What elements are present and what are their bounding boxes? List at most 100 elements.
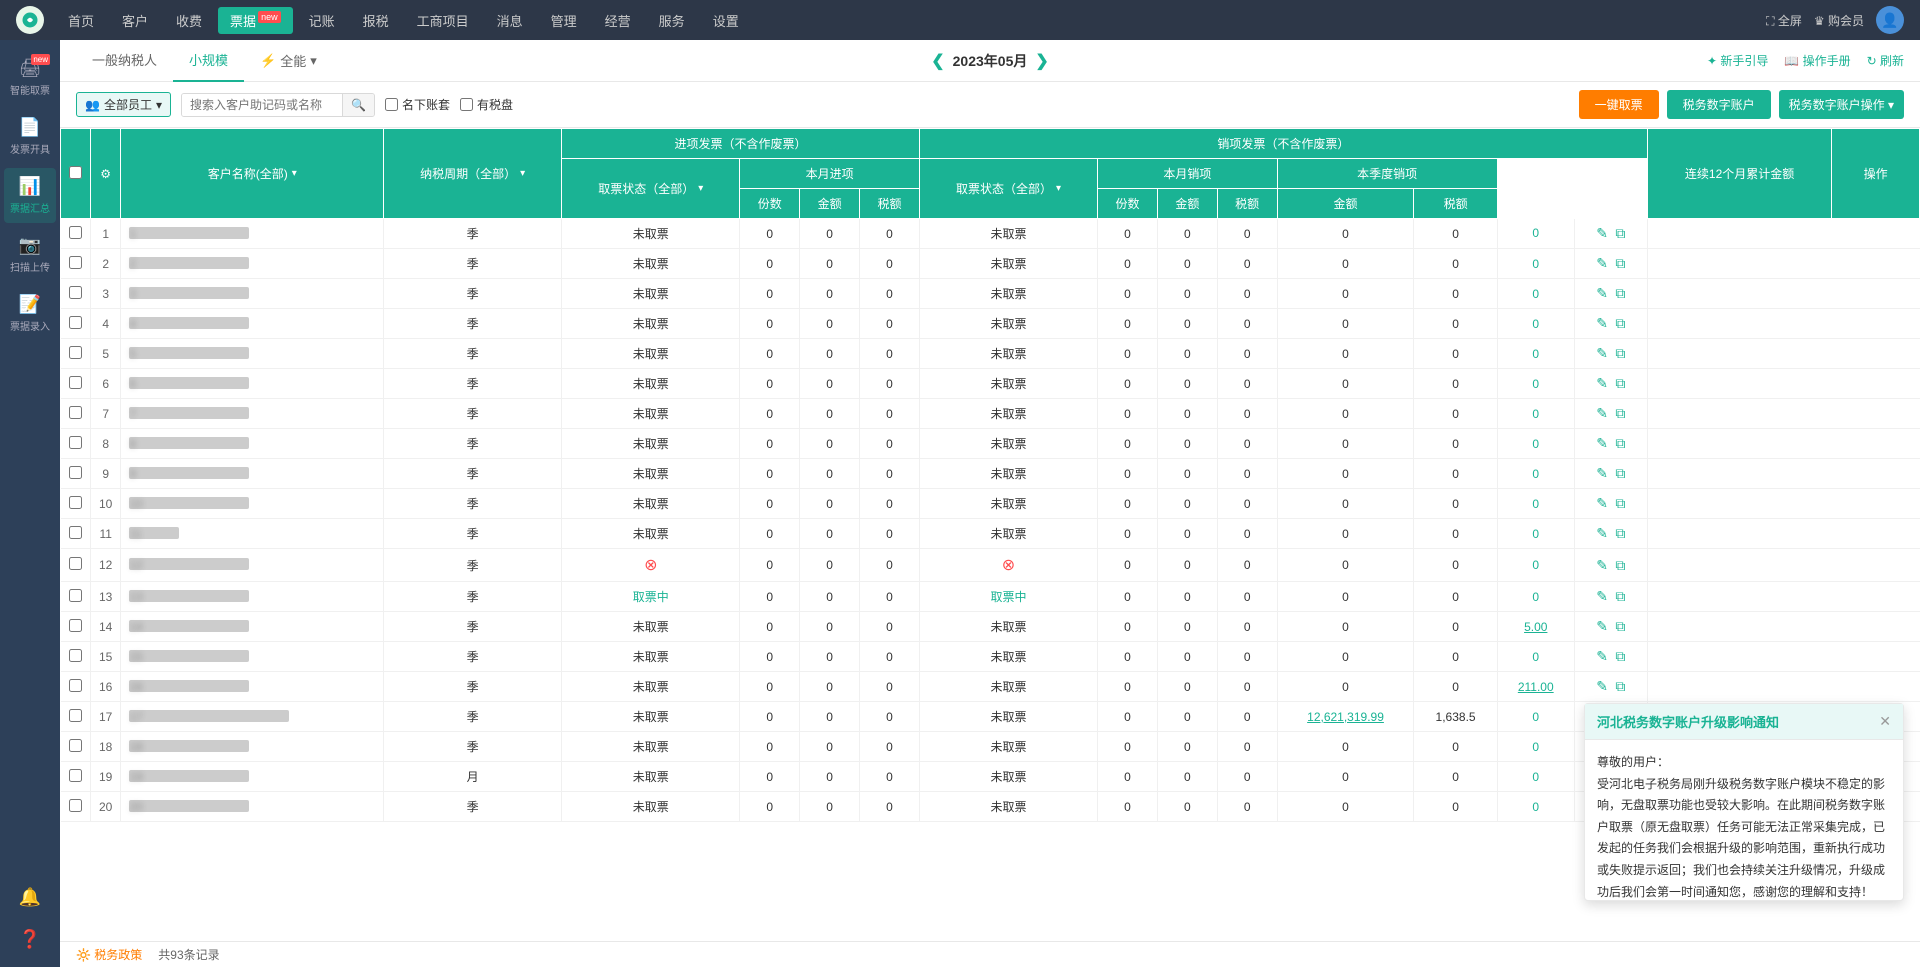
row-checkbox[interactable] [61, 429, 91, 459]
copy-icon[interactable]: ⧉ [1615, 557, 1625, 573]
row-checkbox[interactable] [61, 249, 91, 279]
row-checkbox[interactable] [61, 279, 91, 309]
manual-link[interactable]: 📖 操作手册 [1784, 52, 1850, 69]
my-account-checkbox[interactable]: 名下账套 [385, 96, 450, 113]
edit-icon[interactable]: ✎ [1596, 557, 1608, 573]
customer-name-header[interactable]: 客户名称(全部) ▾ [129, 165, 375, 182]
sidebar-item-scan-upload[interactable]: 📷 扫描上传 [4, 227, 56, 282]
copy-icon[interactable]: ⧉ [1615, 678, 1625, 694]
nav-item-manage[interactable]: 管理 [539, 7, 589, 34]
row-checkbox[interactable] [61, 489, 91, 519]
copy-icon[interactable]: ⧉ [1615, 465, 1625, 481]
new-guide-link[interactable]: ✦ 新手引导 [1707, 52, 1768, 69]
edit-icon[interactable]: ✎ [1596, 315, 1608, 331]
nav-item-client[interactable]: 客户 [110, 7, 160, 34]
settings-icon[interactable]: ⚙ [100, 167, 111, 181]
row-checkbox[interactable] [61, 762, 91, 792]
row-checkbox[interactable] [61, 339, 91, 369]
nav-item-message[interactable]: 消息 [485, 7, 535, 34]
nav-item-business[interactable]: 工商项目 [405, 7, 481, 34]
edit-icon[interactable]: ✎ [1596, 225, 1608, 241]
edit-icon[interactable]: ✎ [1596, 588, 1608, 604]
edit-icon[interactable]: ✎ [1596, 648, 1608, 664]
edit-icon[interactable]: ✎ [1596, 495, 1608, 511]
edit-icon[interactable]: ✎ [1596, 435, 1608, 451]
tax-digital-operation-btn[interactable]: 税务数字账户操作 ▾ [1779, 90, 1904, 119]
copy-icon[interactable]: ⧉ [1615, 225, 1625, 241]
select-all-checkbox[interactable] [69, 166, 82, 179]
copy-icon[interactable]: ⧉ [1615, 315, 1625, 331]
edit-icon[interactable]: ✎ [1596, 285, 1608, 301]
tax-policy-link[interactable]: 🔆 税务政策 [76, 946, 142, 963]
nav-item-settings[interactable]: 设置 [701, 7, 751, 34]
copy-icon[interactable]: ⧉ [1615, 435, 1625, 451]
copy-icon[interactable]: ⧉ [1615, 525, 1625, 541]
nav-item-operation[interactable]: 经营 [593, 7, 643, 34]
row-checkbox[interactable] [61, 369, 91, 399]
row-checkbox[interactable] [61, 549, 91, 582]
row-checkbox[interactable] [61, 519, 91, 549]
edit-icon[interactable]: ✎ [1596, 405, 1608, 421]
copy-icon[interactable]: ⧉ [1615, 588, 1625, 604]
prev-month-arrow[interactable]: ❮ [931, 51, 944, 71]
nav-item-bookkeeping[interactable]: 记账 [297, 7, 347, 34]
user-avatar[interactable]: 👤 [1876, 6, 1904, 34]
sidebar-help-icon[interactable]: ❓ [12, 921, 48, 957]
out-ticket-status-header[interactable]: 取票状态（全部）▾ [928, 180, 1089, 197]
tax-digital-account-btn[interactable]: 税务数字账户 [1667, 90, 1771, 119]
sidebar-item-smart-ticket[interactable]: 🖨 智能取票 new [4, 50, 56, 105]
notification-close-btn[interactable]: ✕ [1879, 713, 1891, 730]
nav-item-fee[interactable]: 收费 [164, 7, 214, 34]
edit-icon[interactable]: ✎ [1596, 618, 1608, 634]
search-input[interactable] [182, 94, 342, 116]
all-ability-dropdown[interactable]: ⚡ 全能 ▾ [252, 51, 325, 70]
row-checkbox[interactable] [61, 732, 91, 762]
row-checkbox[interactable] [61, 612, 91, 642]
row-checkbox[interactable] [61, 672, 91, 702]
copy-icon[interactable]: ⧉ [1615, 495, 1625, 511]
fullscreen-btn[interactable]: ⛶ 全屏 [1766, 12, 1802, 29]
out-tax: 0 [1217, 369, 1277, 399]
next-month-arrow[interactable]: ❯ [1035, 51, 1048, 71]
one-click-ticket-btn[interactable]: 一键取票 [1579, 90, 1659, 119]
copy-icon[interactable]: ⧉ [1615, 375, 1625, 391]
sidebar-item-invoice-open[interactable]: 📄 发票开具 [4, 109, 56, 164]
edit-icon[interactable]: ✎ [1596, 525, 1608, 541]
sidebar-bell-icon[interactable]: 🔔 [12, 879, 48, 915]
edit-icon[interactable]: ✎ [1596, 465, 1608, 481]
copy-icon[interactable]: ⧉ [1615, 405, 1625, 421]
row-checkbox[interactable] [61, 702, 91, 732]
row-checkbox[interactable] [61, 642, 91, 672]
sidebar-item-ticket-summary[interactable]: 📊 票据汇总 [4, 168, 56, 223]
row-checkbox[interactable] [61, 399, 91, 429]
copy-icon[interactable]: ⧉ [1615, 255, 1625, 271]
row-checkbox[interactable] [61, 309, 91, 339]
copy-icon[interactable]: ⧉ [1615, 618, 1625, 634]
employee-select[interactable]: 👥 全部员工 ▾ [76, 92, 171, 117]
member-btn[interactable]: ♛ 购会员 [1814, 12, 1864, 29]
row-checkbox[interactable] [61, 792, 91, 822]
nav-item-service[interactable]: 服务 [647, 7, 697, 34]
row-checkbox[interactable] [61, 219, 91, 249]
tab-small-scale[interactable]: 小规模 [173, 40, 244, 82]
edit-icon[interactable]: ✎ [1596, 345, 1608, 361]
notification-popup: 河北税务数字账户升级影响通知 ✕ 尊敬的用户： 受河北电子税务局刚升级税务数字账… [1584, 703, 1904, 901]
nav-item-home[interactable]: 首页 [56, 7, 106, 34]
row-checkbox[interactable] [61, 459, 91, 489]
row-checkbox[interactable] [61, 582, 91, 612]
edit-icon[interactable]: ✎ [1596, 255, 1608, 271]
search-button[interactable]: 🔍 [342, 94, 374, 116]
tab-general-taxpayer[interactable]: 一般纳税人 [76, 40, 173, 82]
copy-icon[interactable]: ⧉ [1615, 648, 1625, 664]
tax-period-header[interactable]: 纳税周期（全部）▾ [392, 165, 553, 182]
edit-icon[interactable]: ✎ [1596, 678, 1608, 694]
copy-icon[interactable]: ⧉ [1615, 285, 1625, 301]
nav-item-tax[interactable]: 报税 [351, 7, 401, 34]
copy-icon[interactable]: ⧉ [1615, 345, 1625, 361]
has-tax-disk-checkbox[interactable]: 有税盘 [460, 96, 513, 113]
in-ticket-status-header[interactable]: 取票状态（全部）▾ [570, 180, 731, 197]
nav-item-invoice[interactable]: 票据new [218, 7, 293, 34]
edit-icon[interactable]: ✎ [1596, 375, 1608, 391]
refresh-link[interactable]: ↻ 刷新 [1867, 52, 1904, 69]
sidebar-item-ticket-entry[interactable]: 📝 票据录入 [4, 286, 56, 341]
